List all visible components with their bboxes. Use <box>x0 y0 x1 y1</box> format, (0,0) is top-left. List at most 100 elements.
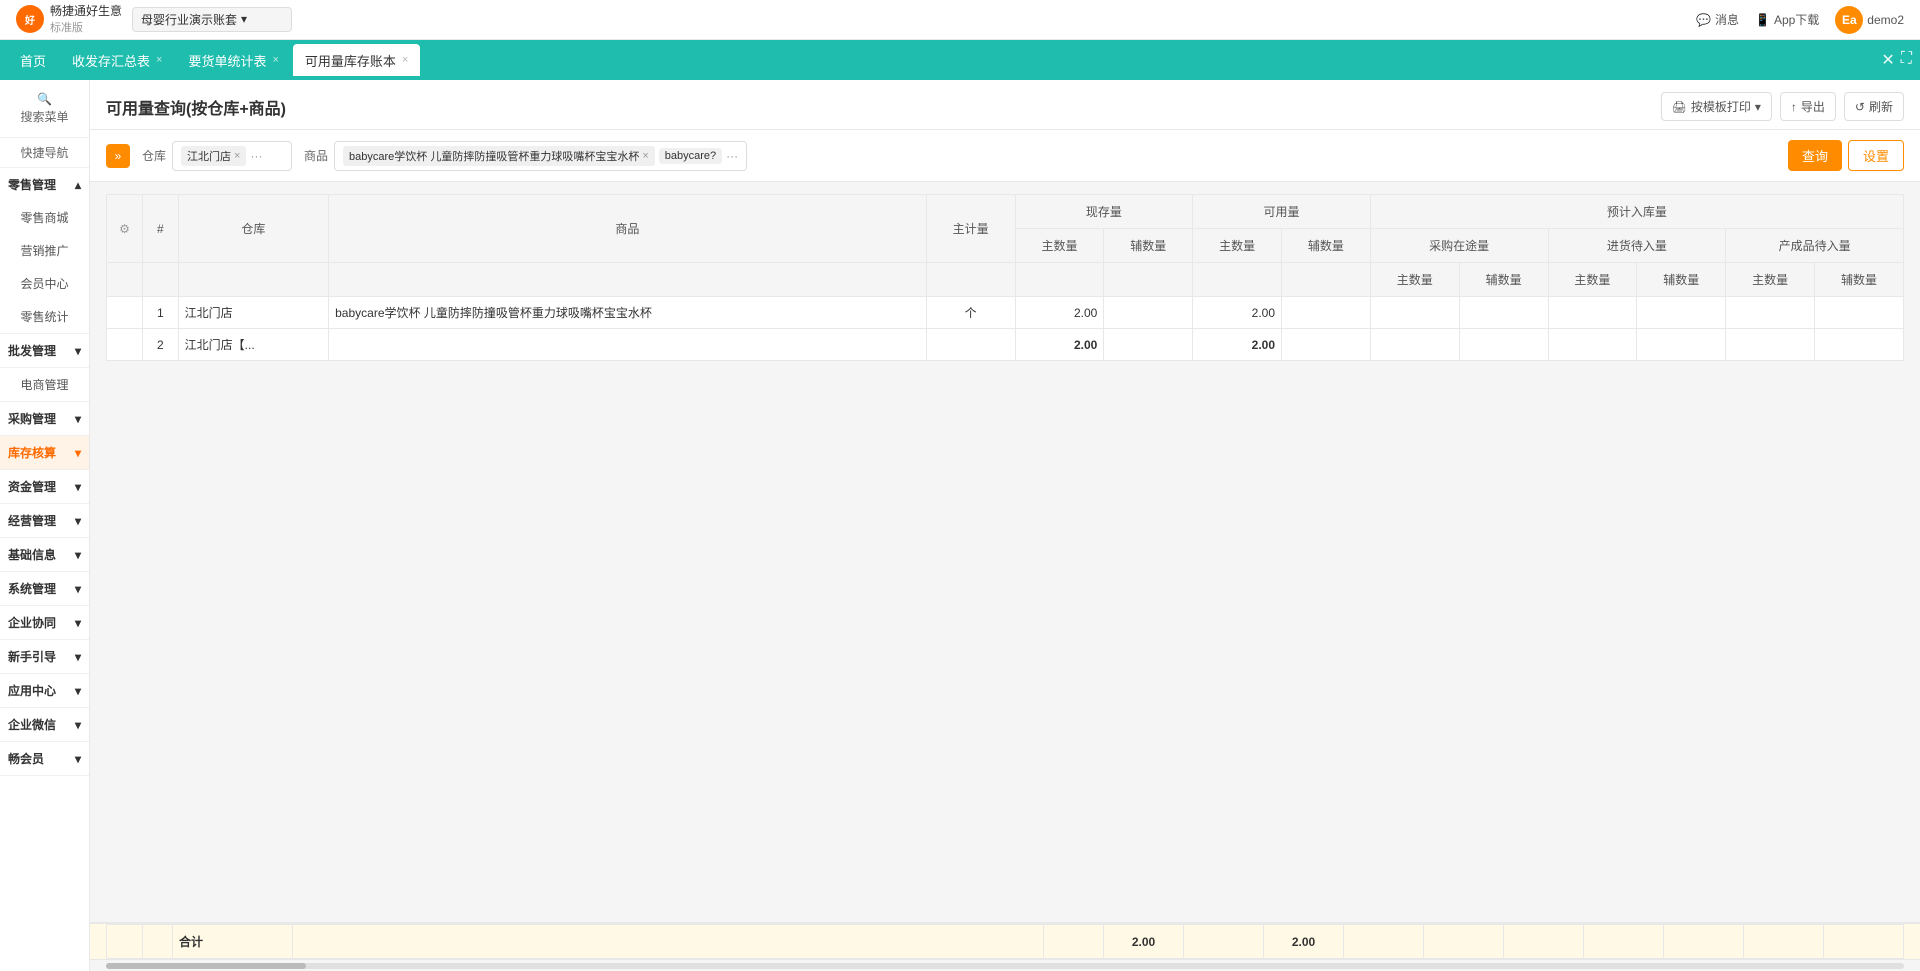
appstore-section-label: 应用中心 <box>8 682 56 699</box>
row1-production-main <box>1726 297 1815 329</box>
settings-button[interactable]: 设置 <box>1848 140 1904 171</box>
row1-avail-main: 2.00 <box>1193 297 1282 329</box>
product-filter-input[interactable]: babycare学饮杯 儿童防摔防撞吸管杯重力球吸嘴杯宝宝水杯 × babyca… <box>334 141 747 171</box>
business-section-header[interactable]: 经营管理 ▾ <box>0 504 89 537</box>
row2-purchase-aux <box>1459 329 1548 361</box>
tenant-selector[interactable]: 母婴行业演示账套 ▾ <box>132 7 292 32</box>
row1-warehouse: 江北门店 <box>178 297 328 329</box>
enterprise-chevron-icon: ▾ <box>75 616 81 630</box>
sidebar-item-retail-stats[interactable]: 零售统计 <box>0 300 89 333</box>
row2-incoming-aux <box>1637 329 1726 361</box>
sidebar-section-wholesale: 批发管理 ▾ <box>0 334 89 368</box>
sidebar-section-appstore: 应用中心 ▾ <box>0 674 89 708</box>
mobile-icon: 📱 <box>1755 13 1770 27</box>
footer-table: 合计 2.00 2.00 <box>106 924 1904 959</box>
sidebar-section-inventory: 库存核算 ▾ <box>0 436 89 470</box>
th-warehouse: 仓库 <box>178 195 328 263</box>
scroll-track[interactable] <box>106 963 1904 969</box>
warehouse-filter-input[interactable]: 江北门店 × ··· <box>172 141 292 171</box>
th-empty1 <box>107 263 143 297</box>
product-tag-close[interactable]: × <box>642 150 648 162</box>
row1-settings <box>107 297 143 329</box>
row1-stock-main: 2.00 <box>1015 297 1104 329</box>
row1-avail-aux <box>1282 297 1371 329</box>
tab-inventory-label: 可用量库存账本 <box>305 51 396 70</box>
appstore-section-header[interactable]: 应用中心 ▾ <box>0 674 89 707</box>
row1-index: 1 <box>143 297 179 329</box>
expand-icon: » <box>115 149 122 163</box>
th-unit: 主计量 <box>926 195 1015 263</box>
row1-purchase-main <box>1370 297 1459 329</box>
retail-section-header[interactable]: 零售管理 ▴ <box>0 168 89 201</box>
system-section-header[interactable]: 系统管理 ▾ <box>0 572 89 605</box>
row1-incoming-main <box>1548 297 1637 329</box>
finance-section-header[interactable]: 资金管理 ▾ <box>0 470 89 503</box>
wholesale-section-header[interactable]: 批发管理 ▾ <box>0 334 89 367</box>
tab-receivable-close[interactable]: × <box>156 54 162 66</box>
footer-stock-main: 2.00 <box>1104 925 1184 959</box>
basic-section-header[interactable]: 基础信息 ▾ <box>0 538 89 571</box>
tab-receivable[interactable]: 收发存汇总表 × <box>60 44 174 76</box>
th-forecast-group: 预计入库量 <box>1370 195 1903 229</box>
refresh-button[interactable]: ↺ 刷新 <box>1844 92 1904 121</box>
sidebar-item-ecommerce[interactable]: 电商管理 <box>0 368 89 401</box>
search-menu-button[interactable]: 🔍 搜索菜单 <box>8 88 81 129</box>
scroll-thumb[interactable] <box>106 963 306 969</box>
tab-inventory[interactable]: 可用量库存账本 × <box>293 44 420 76</box>
system-section-label: 系统管理 <box>8 580 56 597</box>
print-button[interactable]: 🖨 按模板打印 ▾ <box>1661 92 1772 121</box>
tab-inventory-close[interactable]: × <box>402 54 408 66</box>
member-section-header[interactable]: 畅会员 ▾ <box>0 742 89 775</box>
purchase-section-header[interactable]: 采购管理 ▾ <box>0 402 89 435</box>
sidebar-item-marketing[interactable]: 营销推广 <box>0 234 89 267</box>
inventory-section-label: 库存核算 <box>8 444 56 461</box>
close-tab-icon[interactable]: ✕ <box>1881 50 1894 70</box>
filter-expand-button[interactable]: » <box>106 144 130 168</box>
warehouse-more-icon[interactable]: ··· <box>250 149 262 163</box>
quick-nav-button[interactable]: 快捷导航 <box>0 138 89 168</box>
th-incoming-group: 进货待入量 <box>1548 229 1726 263</box>
query-button[interactable]: 查询 <box>1788 140 1842 171</box>
top-bar-left: 好 畅捷通好生意 标准版 母婴行业演示账套 ▾ <box>16 4 292 34</box>
newbie-section-header[interactable]: 新手引导 ▾ <box>0 640 89 673</box>
print-label: 按模板打印 <box>1691 98 1751 115</box>
sidebar-section-purchase: 采购管理 ▾ <box>0 402 89 436</box>
wecom-section-header[interactable]: 企业微信 ▾ <box>0 708 89 741</box>
row2-unit <box>926 329 1015 361</box>
enterprise-section-header[interactable]: 企业协同 ▾ <box>0 606 89 639</box>
content-area: 可用量查询(按仓库+商品) 🖨 按模板打印 ▾ ↑ 导出 ↺ 刷新 <box>90 80 1920 971</box>
th-empty4 <box>329 263 927 297</box>
row1-incoming-aux <box>1637 297 1726 329</box>
row2-index: 2 <box>143 329 179 361</box>
th-avail-aux: 辅数量 <box>1282 229 1371 263</box>
app-download-button[interactable]: 📱 App下载 <box>1755 11 1819 28</box>
sidebar: 🔍 搜索菜单 快捷导航 零售管理 ▴ 零售商城 营销推广 会员中心 零售统计 批… <box>0 80 90 971</box>
app-download-label: App下载 <box>1774 11 1819 28</box>
tab-order-close[interactable]: × <box>272 54 278 66</box>
fullscreen-icon[interactable]: ⛶ <box>1901 50 1912 70</box>
tenant-name: 母婴行业演示账套 <box>141 11 237 28</box>
message-button[interactable]: 💬 消息 <box>1696 11 1739 28</box>
table-row: 1 江北门店 babycare学饮杯 儿童防摔防撞吸管杯重力球吸嘴杯宝宝水杯 个… <box>107 297 1904 329</box>
member-chevron-icon: ▾ <box>75 752 81 766</box>
logo-area: 好 畅捷通好生意 标准版 <box>16 4 122 34</box>
print-icon: 🖨 <box>1672 100 1687 114</box>
tab-home[interactable]: 首页 <box>8 44 58 76</box>
th-product: 商品 <box>329 195 927 263</box>
user-profile[interactable]: Ea demo2 <box>1835 6 1904 34</box>
th-empty3 <box>178 263 328 297</box>
sidebar-item-retail-mall[interactable]: 零售商城 <box>0 201 89 234</box>
product-more-icon[interactable]: ··· <box>726 149 738 163</box>
table-settings-icon[interactable]: ⚙ <box>119 222 130 236</box>
inventory-section-header[interactable]: 库存核算 ▾ <box>0 436 89 469</box>
footer-purchase-aux <box>1504 925 1584 959</box>
warehouse-tag-close[interactable]: × <box>234 150 240 162</box>
system-chevron-icon: ▾ <box>75 582 81 596</box>
th-purchase-main: 主数量 <box>1370 263 1459 297</box>
th-purchase-aux: 辅数量 <box>1459 263 1548 297</box>
sidebar-section-retail: 零售管理 ▴ 零售商城 营销推广 会员中心 零售统计 <box>0 168 89 334</box>
export-button[interactable]: ↑ 导出 <box>1780 92 1836 121</box>
sidebar-item-members[interactable]: 会员中心 <box>0 267 89 300</box>
tab-order[interactable]: 要货单统计表 × <box>176 44 290 76</box>
th-empty9 <box>1282 263 1371 297</box>
